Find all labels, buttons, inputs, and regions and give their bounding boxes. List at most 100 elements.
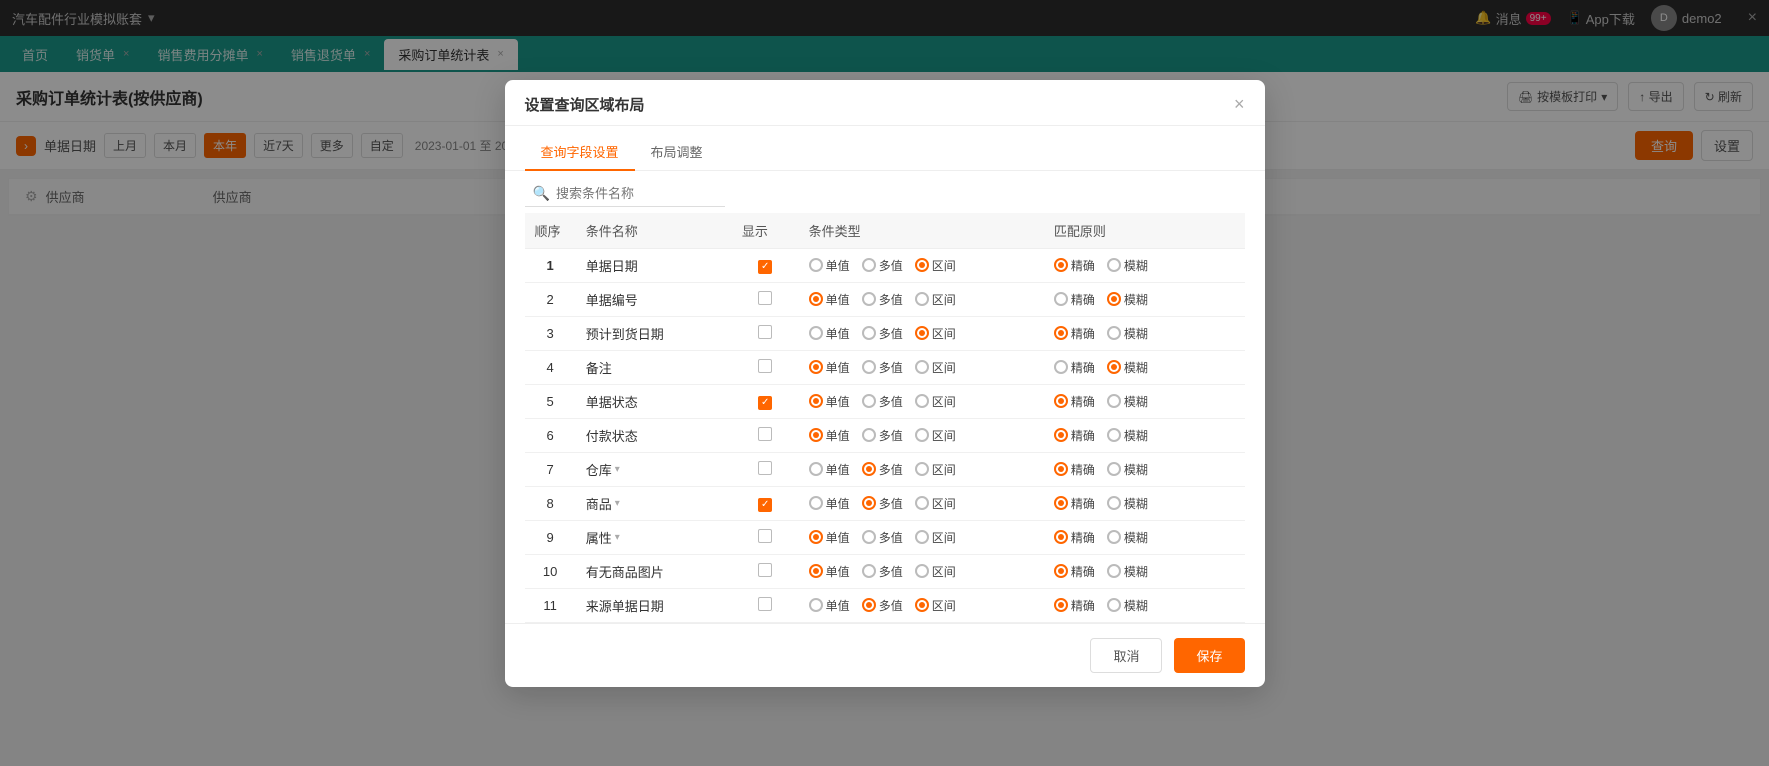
radio-match-fuzzy[interactable]: 模糊 <box>1107 393 1148 410</box>
radio-type-multi[interactable]: 多值 <box>862 393 903 410</box>
radio-match-fuzzy[interactable]: 模糊 <box>1107 529 1148 546</box>
show-checkbox[interactable] <box>758 563 772 577</box>
cell-order: 10 <box>525 554 576 588</box>
cell-name: 仓库 ▾ <box>576 452 732 486</box>
radio-match-exact[interactable]: 精确 <box>1054 529 1095 546</box>
table-row: 5单据状态单值多值区间精确模糊 <box>525 384 1245 418</box>
radio-type-multi[interactable]: 多值 <box>862 325 903 342</box>
radio-match-fuzzy[interactable]: 模糊 <box>1107 291 1148 308</box>
th-order: 顺序 <box>525 213 576 249</box>
cell-match: 精确模糊 <box>1044 282 1245 316</box>
radio-type-multi[interactable]: 多值 <box>862 529 903 546</box>
radio-type-multi[interactable]: 多值 <box>862 291 903 308</box>
radio-match-fuzzy[interactable]: 模糊 <box>1107 563 1148 580</box>
cell-match: 精确模糊 <box>1044 418 1245 452</box>
radio-type-multi[interactable]: 多值 <box>862 597 903 614</box>
radio-type-single[interactable]: 单值 <box>809 393 850 410</box>
radio-circle-type-single <box>809 258 823 272</box>
expand-arrow-icon[interactable]: ▾ <box>615 498 620 509</box>
dialog-tab-layout[interactable]: 布局调整 <box>635 134 719 171</box>
radio-match-exact[interactable]: 精确 <box>1054 291 1095 308</box>
radio-type-range[interactable]: 区间 <box>915 495 956 512</box>
radio-type-multi[interactable]: 多值 <box>862 257 903 274</box>
radio-type-single[interactable]: 单值 <box>809 325 850 342</box>
radio-type-range[interactable]: 区间 <box>915 461 956 478</box>
cell-show <box>732 282 799 316</box>
radio-match-exact[interactable]: 精确 <box>1054 257 1095 274</box>
radio-type-single[interactable]: 单值 <box>809 563 850 580</box>
radio-circle-match-exact <box>1054 564 1068 578</box>
radio-circle-type-single <box>809 428 823 442</box>
radio-type-range[interactable]: 区间 <box>915 359 956 376</box>
radio-type-range[interactable]: 区间 <box>915 393 956 410</box>
dialog-close-button[interactable]: × <box>1234 95 1245 113</box>
radio-circle-type-range <box>915 530 929 544</box>
radio-type-single[interactable]: 单值 <box>809 597 850 614</box>
show-checkbox[interactable] <box>758 260 772 274</box>
radio-match-exact[interactable]: 精确 <box>1054 597 1095 614</box>
radio-type-single[interactable]: 单值 <box>809 495 850 512</box>
expand-arrow-icon[interactable]: ▾ <box>615 532 620 543</box>
radio-type-single[interactable]: 单值 <box>809 529 850 546</box>
show-checkbox[interactable] <box>758 325 772 339</box>
cell-type: 单值多值区间 <box>799 418 1044 452</box>
cancel-button[interactable]: 取消 <box>1090 638 1162 673</box>
radio-type-multi[interactable]: 多值 <box>862 563 903 580</box>
radio-circle-match-fuzzy <box>1107 564 1121 578</box>
radio-circle-type-single <box>809 462 823 476</box>
radio-type-range[interactable]: 区间 <box>915 563 956 580</box>
radio-type-multi[interactable]: 多值 <box>862 427 903 444</box>
show-checkbox[interactable] <box>758 291 772 305</box>
radio-match-exact[interactable]: 精确 <box>1054 495 1095 512</box>
table-header: 顺序 条件名称 显示 条件类型 匹配原则 <box>525 213 1245 249</box>
show-checkbox[interactable] <box>758 498 772 512</box>
radio-type-range[interactable]: 区间 <box>915 257 956 274</box>
radio-type-multi[interactable]: 多值 <box>862 461 903 478</box>
radio-type-single[interactable]: 单值 <box>809 257 850 274</box>
radio-match-exact[interactable]: 精确 <box>1054 461 1095 478</box>
radio-match-exact[interactable]: 精确 <box>1054 563 1095 580</box>
radio-match-fuzzy[interactable]: 模糊 <box>1107 495 1148 512</box>
cell-match: 精确模糊 <box>1044 554 1245 588</box>
radio-type-range[interactable]: 区间 <box>915 325 956 342</box>
th-match: 匹配原则 <box>1044 213 1245 249</box>
show-checkbox[interactable] <box>758 529 772 543</box>
radio-type-single[interactable]: 单值 <box>809 359 850 376</box>
radio-type-single[interactable]: 单值 <box>809 427 850 444</box>
show-checkbox[interactable] <box>758 427 772 441</box>
radio-match-fuzzy[interactable]: 模糊 <box>1107 359 1148 376</box>
radio-circle-type-multi <box>862 598 876 612</box>
radio-match-fuzzy[interactable]: 模糊 <box>1107 325 1148 342</box>
radio-circle-match-fuzzy <box>1107 292 1121 306</box>
show-checkbox[interactable] <box>758 359 772 373</box>
radio-match-fuzzy[interactable]: 模糊 <box>1107 427 1148 444</box>
search-input[interactable] <box>556 186 716 201</box>
radio-match-exact[interactable]: 精确 <box>1054 325 1095 342</box>
radio-match-exact[interactable]: 精确 <box>1054 427 1095 444</box>
cell-order: 11 <box>525 588 576 622</box>
expand-arrow-icon[interactable]: ▾ <box>615 464 620 475</box>
cell-type: 单值多值区间 <box>799 486 1044 520</box>
radio-circle-match-exact <box>1054 292 1068 306</box>
show-checkbox[interactable] <box>758 461 772 475</box>
radio-match-fuzzy[interactable]: 模糊 <box>1107 461 1148 478</box>
radio-circle-type-single <box>809 598 823 612</box>
radio-type-range[interactable]: 区间 <box>915 291 956 308</box>
radio-type-range[interactable]: 区间 <box>915 529 956 546</box>
radio-match-fuzzy[interactable]: 模糊 <box>1107 597 1148 614</box>
radio-type-single[interactable]: 单值 <box>809 461 850 478</box>
show-checkbox[interactable] <box>758 396 772 410</box>
cell-name: 备注 <box>576 350 732 384</box>
radio-match-exact[interactable]: 精确 <box>1054 393 1095 410</box>
dialog-tab-fields[interactable]: 查询字段设置 <box>525 134 635 171</box>
show-checkbox[interactable] <box>758 597 772 611</box>
radio-type-range[interactable]: 区间 <box>915 597 956 614</box>
radio-type-multi[interactable]: 多值 <box>862 495 903 512</box>
radio-type-single[interactable]: 单值 <box>809 291 850 308</box>
save-button[interactable]: 保存 <box>1174 638 1244 673</box>
radio-match-fuzzy[interactable]: 模糊 <box>1107 257 1148 274</box>
radio-type-multi[interactable]: 多值 <box>862 359 903 376</box>
radio-match-exact[interactable]: 精确 <box>1054 359 1095 376</box>
radio-type-range[interactable]: 区间 <box>915 427 956 444</box>
radio-circle-match-exact <box>1054 394 1068 408</box>
